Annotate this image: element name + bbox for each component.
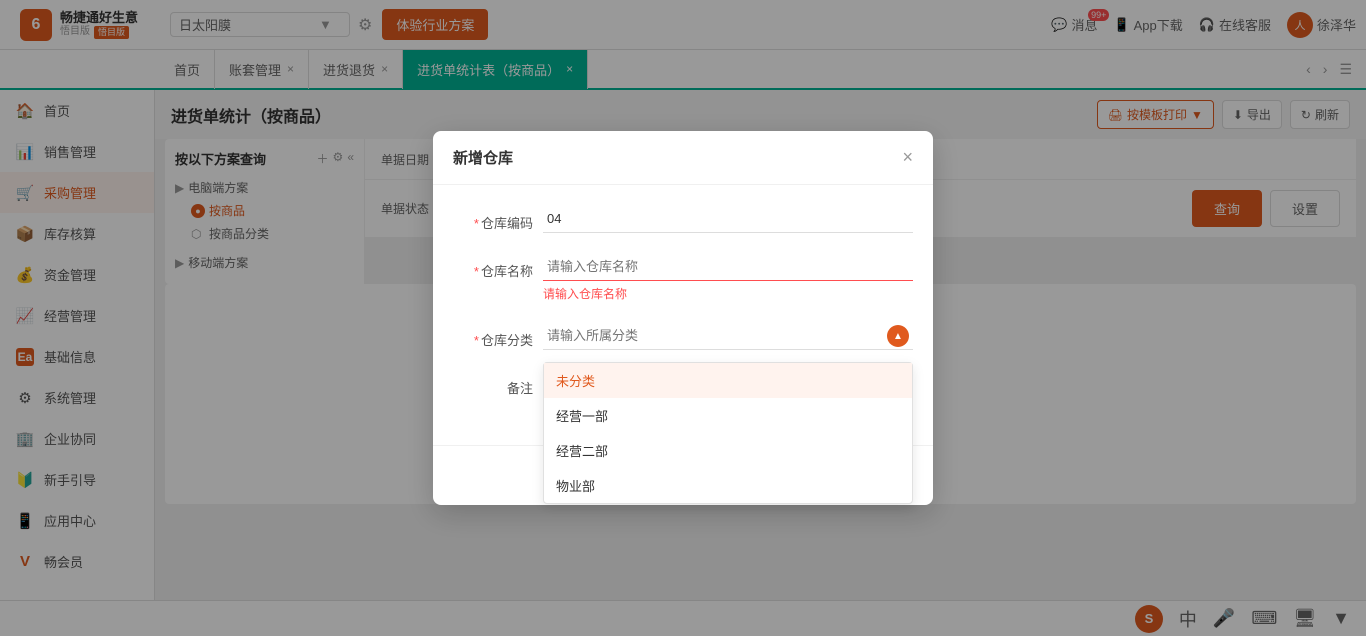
name-label: 仓库名称 bbox=[453, 253, 533, 280]
form-row-category: 仓库分类 ▲ 未分类 经营一部 经营二部 物业部 bbox=[453, 322, 913, 350]
dialog-body: 仓库编码 仓库名称 请输入仓库名称 仓库分类 ▲ bbox=[433, 185, 933, 445]
name-input-wrap: 请输入仓库名称 bbox=[543, 253, 913, 302]
category-select-wrap: ▲ 未分类 经营一部 经营二部 物业部 bbox=[543, 322, 913, 350]
dropdown-item-dept1[interactable]: 经营一部 bbox=[544, 398, 912, 433]
code-input-wrap bbox=[543, 205, 913, 233]
category-dropdown-arrow[interactable]: ▲ bbox=[887, 325, 909, 347]
category-label: 仓库分类 bbox=[453, 322, 533, 349]
remark-label: 备注 bbox=[453, 370, 533, 397]
dialog-close-button[interactable]: × bbox=[902, 147, 913, 168]
add-warehouse-dialog: 新增仓库 × 仓库编码 仓库名称 请输入仓库名称 仓库分类 bbox=[433, 131, 933, 505]
form-row-name: 仓库名称 请输入仓库名称 bbox=[453, 253, 913, 302]
category-dropdown-list: 未分类 经营一部 经营二部 物业部 bbox=[543, 362, 913, 504]
dialog-overlay: 新增仓库 × 仓库编码 仓库名称 请输入仓库名称 仓库分类 bbox=[0, 0, 1366, 636]
dropdown-item-property[interactable]: 物业部 bbox=[544, 468, 912, 503]
name-input[interactable] bbox=[543, 253, 913, 281]
code-input[interactable] bbox=[543, 205, 913, 233]
dropdown-item-unclassified[interactable]: 未分类 bbox=[544, 363, 912, 398]
dialog-header: 新增仓库 × bbox=[433, 131, 933, 185]
category-input[interactable] bbox=[543, 322, 913, 350]
dialog-title: 新增仓库 bbox=[453, 147, 513, 168]
name-error-msg: 请输入仓库名称 bbox=[543, 285, 913, 302]
form-row-code: 仓库编码 bbox=[453, 205, 913, 233]
dropdown-item-dept2[interactable]: 经营二部 bbox=[544, 433, 912, 468]
code-label: 仓库编码 bbox=[453, 205, 533, 232]
